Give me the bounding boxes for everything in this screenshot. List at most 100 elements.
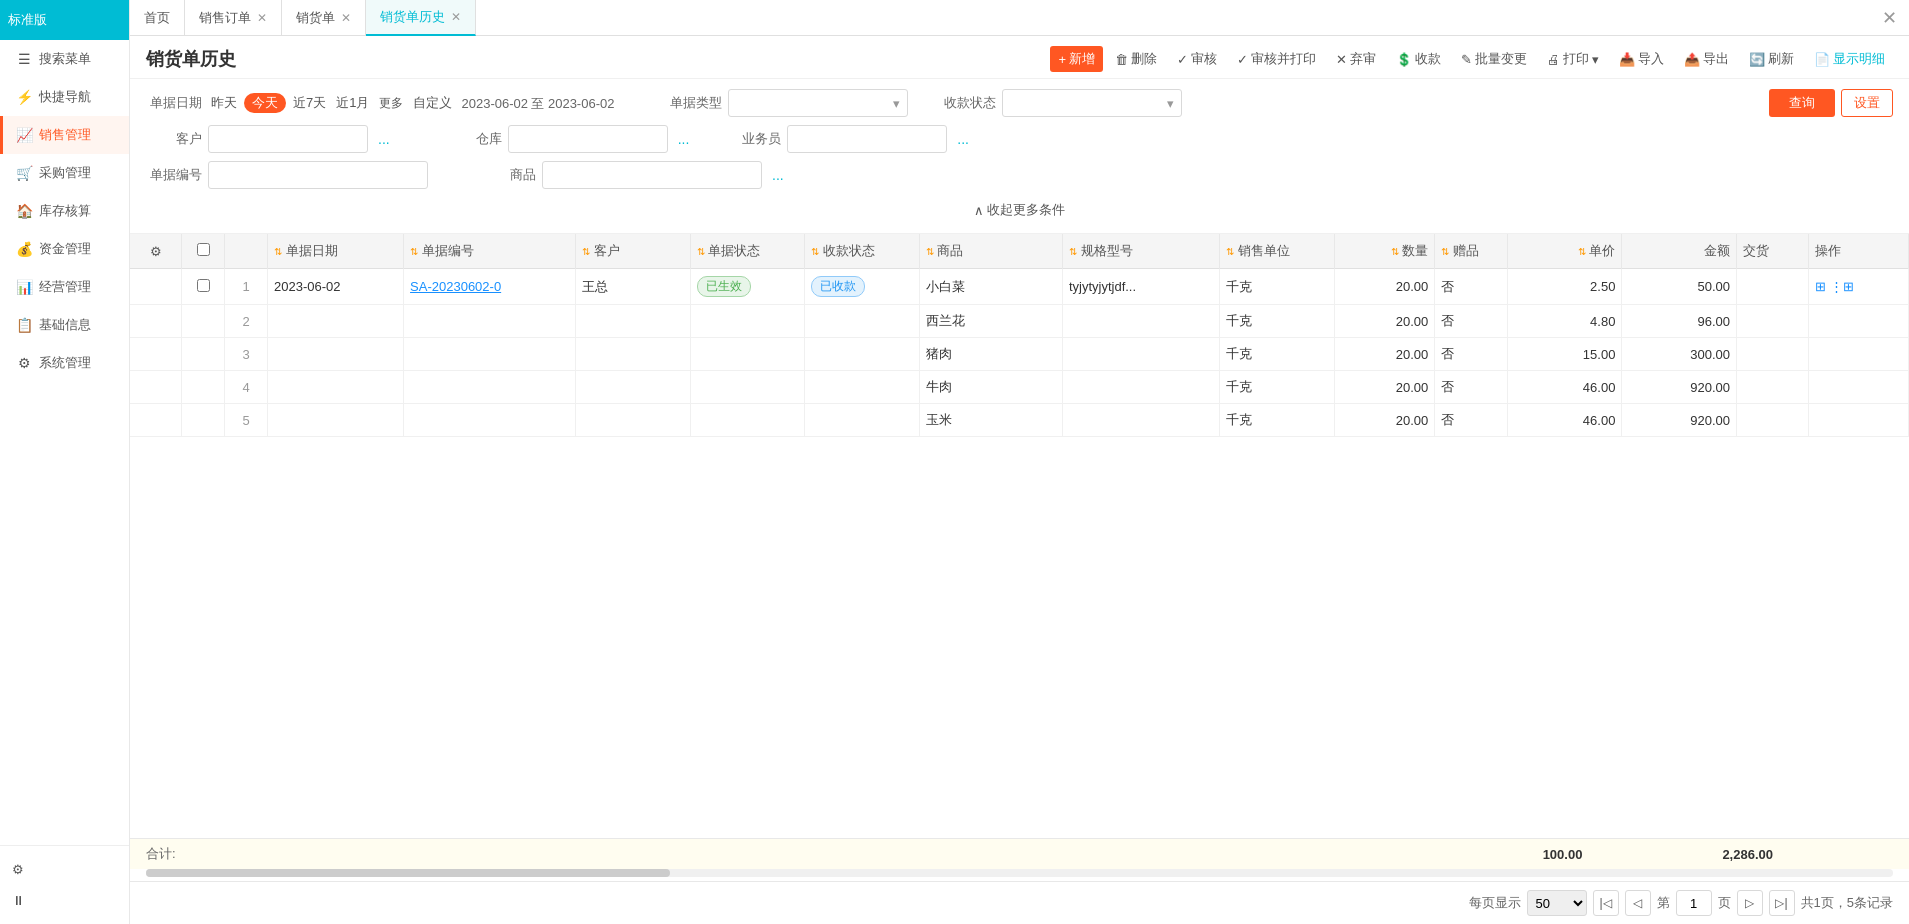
payment-select[interactable]: [1002, 89, 1182, 117]
date-shortcut-more[interactable]: 更多: [376, 94, 406, 113]
print-button[interactable]: 🖨 打印 ▾: [1539, 46, 1607, 72]
col-unit-price[interactable]: ⇅ 单价: [1507, 234, 1622, 269]
export-button[interactable]: 📤 导出: [1676, 46, 1737, 72]
col-quantity[interactable]: ⇅ 数量: [1335, 234, 1435, 269]
set-button[interactable]: 设置: [1841, 89, 1893, 117]
total-amount: 2,286.00: [1722, 847, 1773, 862]
product-dots-btn[interactable]: ...: [768, 167, 788, 183]
row-check[interactable]: [182, 371, 225, 404]
first-page-btn[interactable]: |◁: [1593, 890, 1619, 916]
batch-change-button[interactable]: ✎ 批量变更: [1453, 46, 1535, 72]
col-sales-unit[interactable]: ⇅ 销售单位: [1220, 234, 1335, 269]
warehouse-input[interactable]: [508, 125, 668, 153]
col-product[interactable]: ⇅ 商品: [919, 234, 1062, 269]
filter-row-2: 客户 ... 仓库 ... 业务员 ...: [146, 125, 1893, 153]
date-shortcuts: 昨天 今天 近7天 近1月 更多 自定义: [208, 93, 455, 113]
sidebar-item-operations[interactable]: 📊 经营管理: [0, 268, 129, 306]
sidebar-item-finance[interactable]: 💰 资金管理: [0, 230, 129, 268]
tab-sales-delivery[interactable]: 销货单 ✕: [282, 0, 366, 36]
col-doc-status[interactable]: ⇅ 单据状态: [690, 234, 805, 269]
product-input[interactable]: [542, 161, 762, 189]
doc-num-input[interactable]: [208, 161, 428, 189]
select-all-checkbox[interactable]: [197, 243, 210, 256]
tab-home[interactable]: 首页: [130, 0, 185, 36]
page-number-input[interactable]: [1676, 890, 1712, 916]
audit-button[interactable]: ✓ 审核: [1169, 46, 1225, 72]
row-customer: [575, 371, 690, 404]
abandon-button[interactable]: ✕ 弃审: [1328, 46, 1384, 72]
sidebar-item-base-info[interactable]: 📋 基础信息: [0, 306, 129, 344]
prev-page-btn[interactable]: ◁: [1625, 890, 1651, 916]
tab-sales-history[interactable]: 销货单历史 ✕: [366, 0, 476, 36]
delete-button[interactable]: 🗑 删除: [1107, 46, 1165, 72]
sidebar-item-search-menu[interactable]: ☰ 搜索菜单: [0, 40, 129, 78]
sidebar-item-label: 销售管理: [39, 126, 91, 144]
row-gear: [130, 269, 182, 305]
col-gift[interactable]: ⇅ 赠品: [1435, 234, 1508, 269]
salesman-input[interactable]: [787, 125, 947, 153]
sidebar-item-sales-mgmt[interactable]: 📈 销售管理: [0, 116, 129, 154]
warehouse-dots-btn[interactable]: ...: [674, 131, 694, 147]
tab-sales-order-close[interactable]: ✕: [257, 11, 267, 25]
collapse-btn[interactable]: ∧ 收起更多条件: [146, 197, 1893, 223]
row-customer: [575, 404, 690, 437]
tab-sales-history-close[interactable]: ✕: [451, 10, 461, 24]
refresh-button[interactable]: 🔄 刷新: [1741, 46, 1802, 72]
view-action-btn[interactable]: ⊞: [1815, 279, 1826, 294]
sort-icon: ⇅: [410, 246, 418, 257]
table-row: 3 猪肉 千克 20.00 否 15.00 300.00: [130, 338, 1909, 371]
doc-num-link[interactable]: SA-20230602-0: [410, 279, 501, 294]
row-check[interactable]: [182, 338, 225, 371]
close-all-tabs-btn[interactable]: ✕: [1870, 0, 1909, 36]
date-shortcut-today[interactable]: 今天: [244, 93, 286, 113]
row-payment-status: [805, 371, 920, 404]
scrollbar-thumb[interactable]: [146, 869, 670, 877]
sidebar-toggle-btn[interactable]: ⏸: [0, 885, 129, 916]
col-payment-status[interactable]: ⇅ 收款状态: [805, 234, 920, 269]
row-check[interactable]: [182, 305, 225, 338]
row-doc-status: [690, 371, 805, 404]
row-gift: 否: [1435, 338, 1508, 371]
tab-sales-delivery-close[interactable]: ✕: [341, 11, 351, 25]
col-customer[interactable]: ⇅ 客户: [575, 234, 690, 269]
tab-sales-order[interactable]: 销售订单 ✕: [185, 0, 282, 36]
salesman-dots-btn[interactable]: ...: [953, 131, 973, 147]
collect-button[interactable]: 💲 收款: [1388, 46, 1449, 72]
date-shortcut-7days[interactable]: 近7天: [290, 93, 329, 113]
sort-icon: ⇅: [582, 246, 590, 257]
row-check[interactable]: [182, 269, 225, 305]
customer-input[interactable]: [208, 125, 368, 153]
row-check[interactable]: [182, 404, 225, 437]
row-trade: [1736, 305, 1808, 338]
audit-print-button[interactable]: ✓ 审核并打印: [1229, 46, 1324, 72]
next-page-btn[interactable]: ▷: [1737, 890, 1763, 916]
new-button[interactable]: + 新增: [1050, 46, 1103, 72]
scrollbar-track[interactable]: [146, 869, 1893, 877]
sidebar-item-quick-nav[interactable]: ⚡ 快捷导航: [0, 78, 129, 116]
date-shortcut-1month[interactable]: 近1月: [333, 93, 372, 113]
sidebar-settings-btn[interactable]: ⚙: [0, 854, 129, 885]
page-size-select[interactable]: 50 20 100: [1527, 890, 1587, 916]
col-doc-num[interactable]: ⇅ 单据编号: [404, 234, 576, 269]
col-gear[interactable]: ⚙: [130, 234, 182, 269]
more-action-btn[interactable]: ⋮⊞: [1830, 279, 1854, 294]
show-detail-button[interactable]: 📄 显示明细: [1806, 46, 1893, 72]
finance-icon: 💰: [15, 241, 33, 257]
filter-payment: 收款状态: [940, 89, 1182, 117]
col-doc-date[interactable]: ⇅ 单据日期: [268, 234, 404, 269]
row-doc-status: 已生效: [690, 269, 805, 305]
sidebar-item-sys-mgmt[interactable]: ⚙ 系统管理: [0, 344, 129, 382]
date-shortcut-yesterday[interactable]: 昨天: [208, 93, 240, 113]
col-spec[interactable]: ⇅ 规格型号: [1062, 234, 1220, 269]
import-button[interactable]: 📥 导入: [1611, 46, 1672, 72]
last-page-btn[interactable]: ▷|: [1769, 890, 1795, 916]
date-shortcut-custom[interactable]: 自定义: [410, 93, 455, 113]
sidebar-item-purchase-mgmt[interactable]: 🛒 采购管理: [0, 154, 129, 192]
customer-dots-btn[interactable]: ...: [374, 131, 394, 147]
query-button[interactable]: 查询: [1769, 89, 1835, 117]
sidebar-item-inventory[interactable]: 🏠 库存核算: [0, 192, 129, 230]
type-select[interactable]: [728, 89, 908, 117]
row-payment-status: [805, 404, 920, 437]
sales-icon: 📈: [15, 127, 33, 143]
table-row: 5 玉米 千克 20.00 否 46.00 920.00: [130, 404, 1909, 437]
